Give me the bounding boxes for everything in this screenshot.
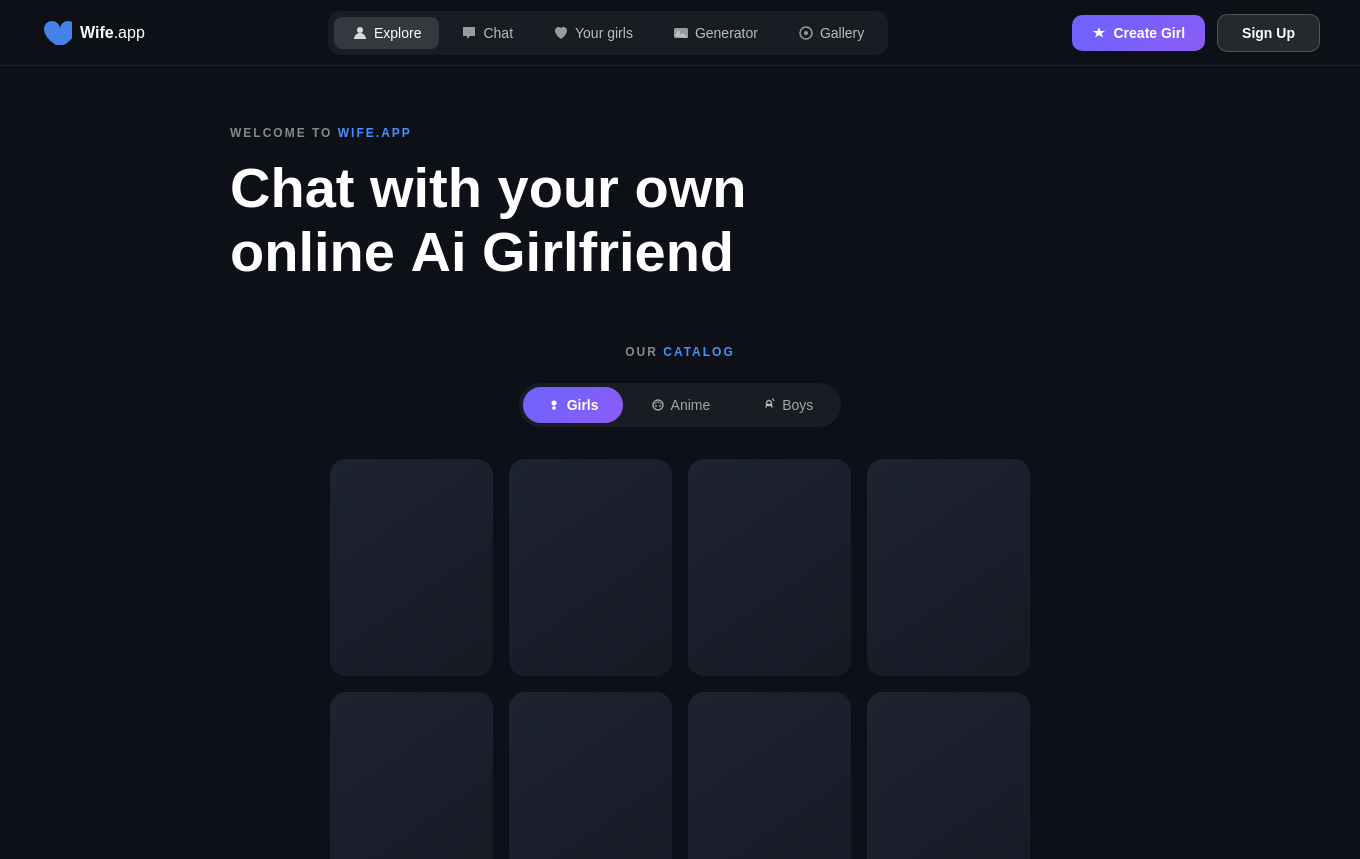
signup-button[interactable]: Sign Up xyxy=(1217,14,1320,52)
catalog-tabs: Girls Anime Boys xyxy=(230,383,1130,427)
girls-icon xyxy=(547,398,561,412)
logo[interactable]: Wife.app xyxy=(40,17,145,49)
nav-your-girls[interactable]: Your girls xyxy=(535,17,651,49)
card-7[interactable] xyxy=(688,692,851,859)
svg-point-9 xyxy=(659,405,661,407)
logo-icon xyxy=(40,17,72,49)
card-1[interactable] xyxy=(330,459,493,676)
welcome-label: WELCOME TO WIFE.APP xyxy=(230,126,1130,140)
card-4[interactable] xyxy=(867,459,1030,676)
gallery-icon xyxy=(798,25,814,41)
catalog-section: OUR CATALOG Girls Anime xyxy=(0,325,1360,859)
svg-point-4 xyxy=(804,31,808,35)
tab-girls[interactable]: Girls xyxy=(523,387,623,423)
image-icon xyxy=(673,25,689,41)
sparkle-icon xyxy=(1092,26,1106,40)
logo-text: Wife.app xyxy=(80,24,145,42)
heart-icon xyxy=(553,25,569,41)
header-actions: Create Girl Sign Up xyxy=(1072,14,1320,52)
boys-icon xyxy=(762,398,776,412)
tab-boys[interactable]: Boys xyxy=(738,387,837,423)
create-girl-button[interactable]: Create Girl xyxy=(1072,15,1206,51)
nav-explore[interactable]: Explore xyxy=(334,17,439,49)
cards-grid xyxy=(230,459,1130,859)
user-icon xyxy=(352,25,368,41)
card-8[interactable] xyxy=(867,692,1030,859)
card-2[interactable] xyxy=(509,459,672,676)
card-3[interactable] xyxy=(688,459,851,676)
tabs-container: Girls Anime Boys xyxy=(519,383,842,427)
hero-section: WELCOME TO WIFE.APP Chat with your own o… xyxy=(0,66,1360,325)
chat-icon xyxy=(461,25,477,41)
nav-gallery[interactable]: Gallery xyxy=(780,17,882,49)
card-6[interactable] xyxy=(509,692,672,859)
anime-icon xyxy=(651,398,665,412)
svg-point-8 xyxy=(655,405,657,407)
card-5[interactable] xyxy=(330,692,493,859)
nav-chat[interactable]: Chat xyxy=(443,17,531,49)
svg-point-0 xyxy=(357,27,363,33)
main-nav: Explore Chat Your girls Generator xyxy=(328,11,888,55)
nav-generator[interactable]: Generator xyxy=(655,17,776,49)
svg-point-5 xyxy=(551,400,556,405)
hero-title: Chat with your own online Ai Girlfriend xyxy=(230,156,1130,285)
catalog-label: OUR CATALOG xyxy=(230,345,1130,359)
tab-anime[interactable]: Anime xyxy=(627,387,735,423)
